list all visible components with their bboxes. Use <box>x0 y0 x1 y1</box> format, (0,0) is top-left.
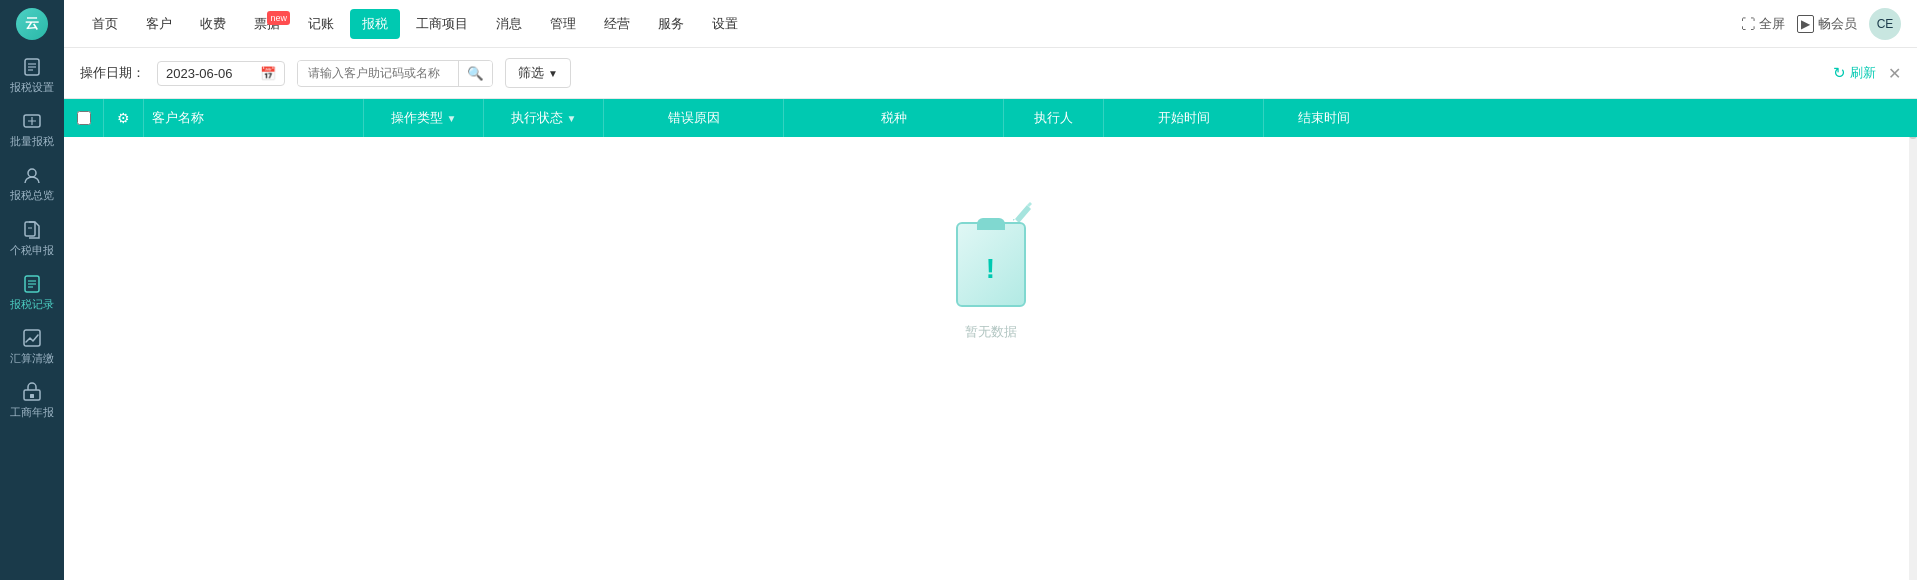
avatar[interactable]: CE <box>1869 8 1901 40</box>
th-customer-name: 客户名称 <box>144 99 364 137</box>
operation-type-filter-icon[interactable]: ▼ <box>447 113 457 124</box>
topnav-items: 首页 客户 收费 票据 new 记账 报税 工商项目 消息 管理 经营 服务 设… <box>80 9 1741 39</box>
nav-item-baoshui[interactable]: 报税 <box>350 9 400 39</box>
search-wrap: 🔍 <box>297 60 493 87</box>
nav-item-fuwu[interactable]: 服务 <box>646 9 696 39</box>
video-icon: ▶ <box>1797 15 1814 33</box>
sidebar-item-gongshangnianbaos-label: 工商年报 <box>10 406 54 419</box>
piliangbaoshui-icon <box>21 110 43 132</box>
calendar-icon: 📅 <box>260 66 276 81</box>
sidebar-item-baoshuizonglan-label: 报税总览 <box>10 189 54 202</box>
th-error-reason: 错误原因 <box>604 99 784 137</box>
sidebar-item-baoshuizonglan[interactable]: 报税总览 <box>0 156 64 210</box>
refresh-button[interactable]: ↻ 刷新 <box>1833 64 1876 82</box>
sidebar-item-baoshuishezhi-label: 报税设置 <box>10 81 54 94</box>
th-checkbox[interactable] <box>64 99 104 137</box>
search-button[interactable]: 🔍 <box>458 61 492 86</box>
huisuanjiaona-icon <box>21 327 43 349</box>
sidebar-item-baoshuijilu-label: 报税记录 <box>10 298 54 311</box>
th-end-time: 结束时间 <box>1264 99 1384 137</box>
nav-item-shouye[interactable]: 首页 <box>80 9 130 39</box>
sidebar-item-geshuishenbao-label: 个税申报 <box>10 244 54 257</box>
svg-point-5 <box>28 169 36 177</box>
svg-rect-12 <box>24 330 40 346</box>
close-button[interactable]: ✕ <box>1888 64 1901 83</box>
nav-item-shezhi[interactable]: 设置 <box>700 9 750 39</box>
toolbar: 操作日期： 📅 🔍 筛选 ▼ ↻ 刷新 ✕ <box>64 48 1917 99</box>
th-start-time: 开始时间 <box>1104 99 1264 137</box>
scrollbar-right[interactable] <box>1909 99 1917 580</box>
exclamation-mark: ! <box>986 253 995 285</box>
sidebar-item-piliangbaoshui-label: 批量报税 <box>10 135 54 148</box>
gongshangnianbaos-icon <box>21 381 43 403</box>
date-picker[interactable]: 📅 <box>157 61 285 86</box>
sidebar-item-geshuishenbao[interactable]: 个税申报 <box>0 211 64 265</box>
sidebar-item-gongshangnianbaos[interactable]: 工商年报 <box>0 373 64 427</box>
baoshuizonglan-icon <box>21 164 43 186</box>
execution-status-filter-icon[interactable]: ▼ <box>567 113 577 124</box>
nav-item-kehu[interactable]: 客户 <box>134 9 184 39</box>
empty-text: 暂无数据 <box>965 323 1017 341</box>
clipboard-clip <box>977 218 1005 230</box>
chevron-down-icon: ▼ <box>548 68 558 79</box>
table-header: ⚙ 客户名称 操作类型 ▼ 执行状态 ▼ 错误原因 税种 <box>64 99 1917 137</box>
sidebar-item-huisuanjiaona[interactable]: 汇算清缴 <box>0 319 64 373</box>
nav-item-jizhan[interactable]: 记账 <box>296 9 346 39</box>
main-area: 首页 客户 收费 票据 new 记账 报税 工商项目 消息 管理 经营 服务 设… <box>64 0 1917 580</box>
refresh-icon: ↻ <box>1833 64 1846 82</box>
svg-rect-6 <box>25 222 35 236</box>
fullscreen-button[interactable]: ⛶ 全屏 <box>1741 15 1785 33</box>
new-badge-piaoju: new <box>267 11 290 25</box>
th-execution-status: 执行状态 ▼ <box>484 99 604 137</box>
search-icon: 🔍 <box>467 66 484 81</box>
topnav-right: ⛶ 全屏 ▶ 畅会员 CE <box>1741 8 1901 40</box>
nav-item-piaoju[interactable]: 票据 new <box>242 9 292 39</box>
topnav: 首页 客户 收费 票据 new 记账 报税 工商项目 消息 管理 经营 服务 设… <box>64 0 1917 48</box>
sidebar-item-baoshuishezhi[interactable]: 报税设置 <box>0 48 64 102</box>
member-button[interactable]: ▶ 畅会员 <box>1797 15 1857 33</box>
sidebar-item-huisuanjiaona-label: 汇算清缴 <box>10 352 54 365</box>
fullscreen-icon: ⛶ <box>1741 16 1755 32</box>
nav-item-gongshangxiangmu[interactable]: 工商项目 <box>404 9 480 39</box>
baoshuijilu-icon <box>21 273 43 295</box>
sidebar-item-baoshuijilu[interactable]: 报税记录 <box>0 265 64 319</box>
empty-illustration: ! <box>941 197 1041 307</box>
nav-item-jingying[interactable]: 经营 <box>592 9 642 39</box>
svg-rect-14 <box>30 394 34 398</box>
nav-item-guanli[interactable]: 管理 <box>538 9 588 39</box>
sidebar-logo: 云 <box>0 0 64 48</box>
empty-state: ! 暂无数据 <box>64 137 1917 381</box>
toolbar-right: ↻ 刷新 ✕ <box>1833 64 1901 83</box>
sidebar-item-piliangbaoshui[interactable]: 批量报税 <box>0 102 64 156</box>
geshuishenbao-icon <box>21 219 43 241</box>
select-all-checkbox[interactable] <box>77 111 91 125</box>
th-tax-type: 税种 <box>784 99 1004 137</box>
filter-label: 筛选 <box>518 64 544 82</box>
filter-button[interactable]: 筛选 ▼ <box>505 58 571 88</box>
th-operation-type: 操作类型 ▼ <box>364 99 484 137</box>
table-container: ⚙ 客户名称 操作类型 ▼ 执行状态 ▼ 错误原因 税种 <box>64 99 1917 580</box>
search-input[interactable] <box>298 61 458 85</box>
th-executor: 执行人 <box>1004 99 1104 137</box>
clipboard-body: ! <box>956 222 1026 307</box>
th-gear[interactable]: ⚙ <box>104 99 144 137</box>
baoshuishezhi-icon <box>21 56 43 78</box>
date-label: 操作日期： <box>80 64 145 82</box>
logo-icon: 云 <box>16 8 48 40</box>
content: 操作日期： 📅 🔍 筛选 ▼ ↻ 刷新 ✕ <box>64 48 1917 580</box>
gear-icon: ⚙ <box>117 110 130 126</box>
date-input[interactable] <box>166 66 254 81</box>
nav-item-xiaoxi[interactable]: 消息 <box>484 9 534 39</box>
sidebar: 云 报税设置 批量报税 报税总览 <box>0 0 64 580</box>
nav-item-shoufei[interactable]: 收费 <box>188 9 238 39</box>
